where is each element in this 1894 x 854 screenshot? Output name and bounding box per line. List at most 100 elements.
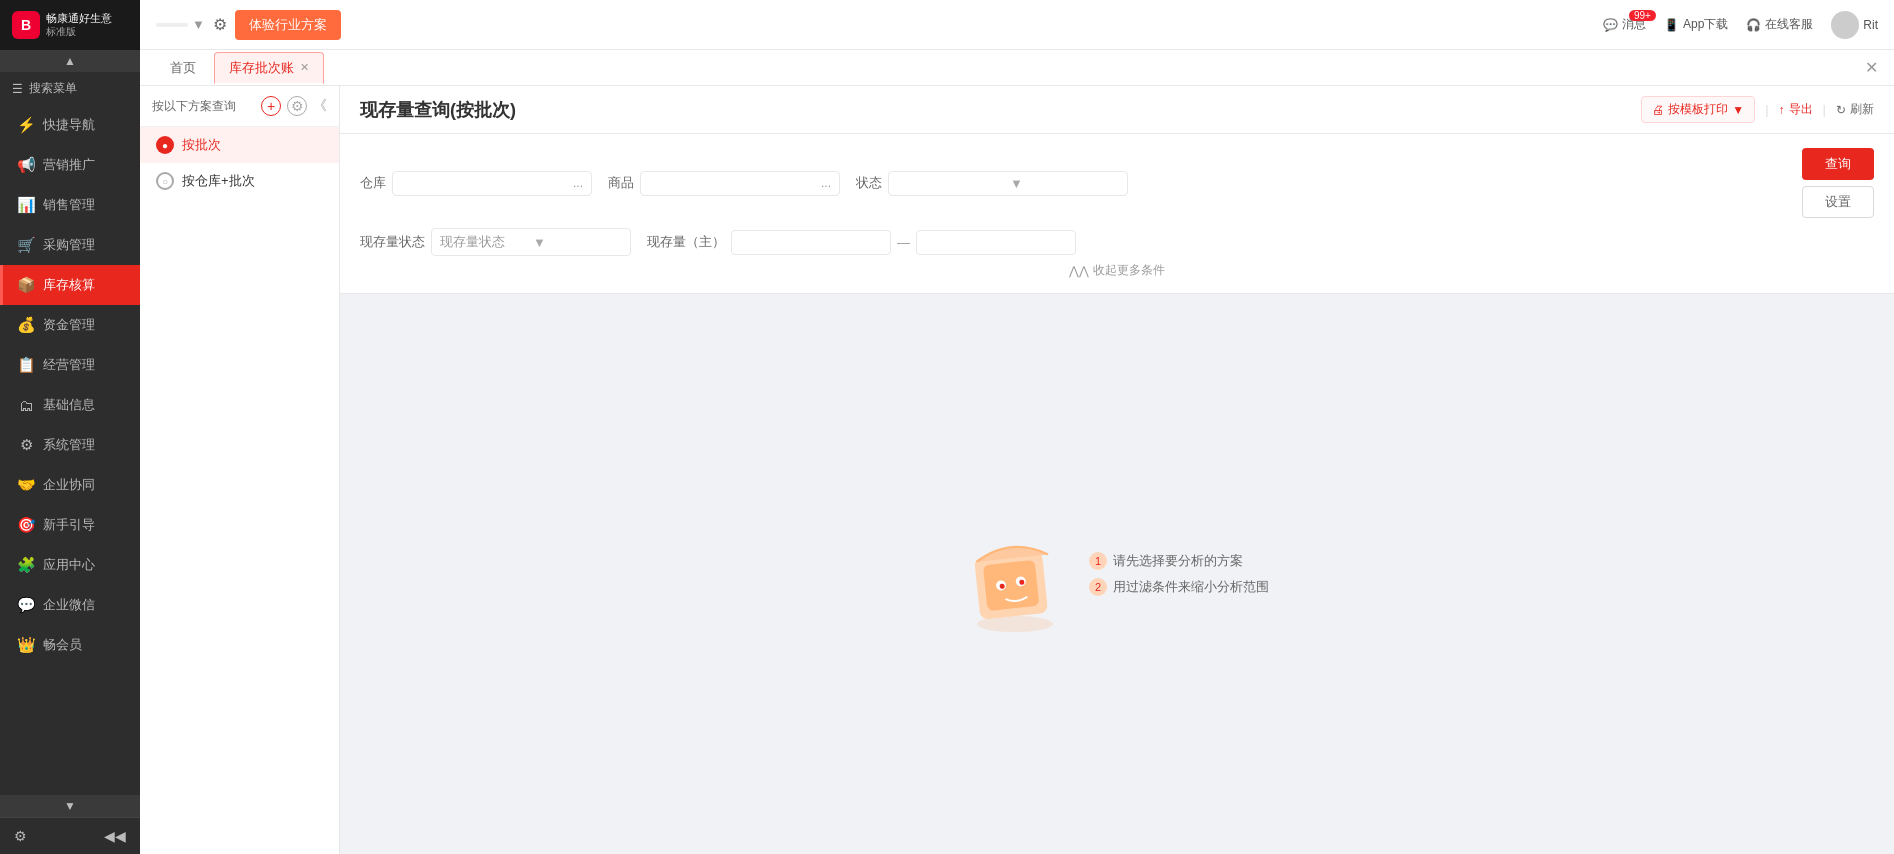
- industry-btn[interactable]: 体验行业方案: [235, 10, 341, 40]
- collapse-panel-btn[interactable]: 《: [313, 97, 327, 115]
- empty-icon: [965, 524, 1065, 624]
- sidebar-item-label: 基础信息: [43, 396, 95, 414]
- add-scheme-btn[interactable]: +: [261, 96, 281, 116]
- sidebar-item-label: 应用中心: [43, 556, 95, 574]
- finance-icon: 💰: [17, 316, 35, 334]
- tip-num-2: 2: [1089, 578, 1107, 596]
- sidebar-item-inventory[interactable]: 📦 库存核算: [0, 265, 140, 305]
- inventory-icon: 📦: [17, 276, 35, 294]
- newbie-icon: 🎯: [17, 516, 35, 534]
- product-input[interactable]: [649, 176, 817, 191]
- filter-stock-qty: 现存量（主） —: [647, 230, 1076, 255]
- empty-illustration: [965, 524, 1065, 634]
- stock-qty-min-wrap[interactable]: [731, 230, 891, 255]
- topbar-gear-icon[interactable]: ⚙: [213, 15, 227, 34]
- sidebar-item-purchase[interactable]: 🛒 采购管理: [0, 225, 140, 265]
- tab-home[interactable]: 首页: [156, 53, 210, 83]
- apps-icon: 🧩: [17, 556, 35, 574]
- sidebar-item-label: 畅会员: [43, 636, 82, 654]
- status-select[interactable]: ▼: [888, 171, 1128, 196]
- export-btn[interactable]: ↑ 导出: [1779, 101, 1813, 118]
- tip-num-1: 1: [1089, 552, 1107, 570]
- stock-qty-max-input[interactable]: [925, 235, 985, 250]
- system-icon: ⚙: [17, 436, 35, 454]
- sidebar-scroll-down[interactable]: ▼: [0, 795, 140, 817]
- sidebar-item-label: 新手引导: [43, 516, 95, 534]
- print-btn[interactable]: 🖨 按模板打印 ▼: [1641, 96, 1755, 123]
- filter-row-2: 现存量状态 现存量状态 ▼ 现存量（主） —: [360, 228, 1874, 256]
- settings-icon[interactable]: ⚙: [14, 828, 27, 844]
- sidebar-item-enterprise[interactable]: 🤝 企业协同: [0, 465, 140, 505]
- app-edition: 标准版: [46, 25, 112, 39]
- empty-state: 1 请先选择要分析的方案 2 用过滤条件来缩小分析范围: [340, 294, 1894, 854]
- filter-warehouse: 仓库 ...: [360, 171, 592, 196]
- product-input-wrap[interactable]: ...: [640, 171, 840, 196]
- main-content: ▼ ⚙ 体验行业方案 💬 消息 99+ 📱 App下载 🎧 在线客服 Rit: [140, 0, 1894, 854]
- scheme-inactive-icon: ○: [156, 172, 174, 190]
- page-container: 按以下方案查询 + ⚙ 《 ● 按批次 ○ 按仓库+批次 现存量查询(按批次): [140, 86, 1894, 854]
- tab-batch-account[interactable]: 库存批次账 ✕: [214, 52, 324, 84]
- enterprise-icon: 🤝: [17, 476, 35, 494]
- warehouse-more-icon[interactable]: ...: [573, 176, 583, 190]
- company-name: 畅康通好生意: [46, 11, 112, 25]
- user-name: Rit: [1863, 18, 1878, 32]
- tab-home-label: 首页: [170, 59, 196, 77]
- stock-qty-max-wrap[interactable]: [916, 230, 1076, 255]
- sidebar-scroll-up[interactable]: ▲: [0, 50, 140, 72]
- app-logo-icon: B: [12, 11, 40, 39]
- warehouse-input[interactable]: [401, 176, 569, 191]
- purchase-icon: 🛒: [17, 236, 35, 254]
- stock-status-placeholder: 现存量状态: [440, 233, 529, 251]
- sidebar-item-marketing[interactable]: 📢 营销推广: [0, 145, 140, 185]
- query-btn[interactable]: 查询: [1802, 148, 1874, 180]
- messages-btn[interactable]: 💬 消息 99+: [1603, 16, 1646, 33]
- messages-badge: 99+: [1629, 10, 1656, 21]
- sidebar-item-finance[interactable]: 💰 资金管理: [0, 305, 140, 345]
- sidebar-item-newbie[interactable]: 🎯 新手引导: [0, 505, 140, 545]
- setting-btn[interactable]: 设置: [1802, 186, 1874, 218]
- sidebar-item-quick-nav[interactable]: ⚡ 快捷导航: [0, 105, 140, 145]
- divider: |: [1765, 102, 1768, 117]
- stock-status-chevron-down-icon: ▼: [533, 235, 622, 250]
- sidebar-item-sales[interactable]: 📊 销售管理: [0, 185, 140, 225]
- breadcrumb-text: [156, 23, 188, 27]
- filter-status: 状态 ▼: [856, 171, 1128, 196]
- print-chevron-down-icon: ▼: [1732, 103, 1744, 117]
- topbar-right: 💬 消息 99+ 📱 App下载 🎧 在线客服 Rit: [1603, 11, 1878, 39]
- sidebar-item-apps[interactable]: 🧩 应用中心: [0, 545, 140, 585]
- sidebar-item-member[interactable]: 👑 畅会员: [0, 625, 140, 665]
- product-more-icon[interactable]: ...: [821, 176, 831, 190]
- chevron-down-icon: ▼: [192, 17, 205, 32]
- sidebar-bottom: ⚙ ◀◀: [0, 817, 140, 854]
- online-service-btn[interactable]: 🎧 在线客服: [1746, 16, 1813, 33]
- stock-qty-dash: —: [897, 235, 910, 250]
- filter-stock-status: 现存量状态 现存量状态 ▼: [360, 228, 631, 256]
- tab-close-icon[interactable]: ✕: [300, 61, 309, 74]
- sidebar-search[interactable]: ☰ 搜索菜单: [0, 72, 140, 105]
- stock-qty-label: 现存量（主）: [647, 233, 725, 251]
- sidebar-item-basic[interactable]: 🗂 基础信息: [0, 385, 140, 425]
- page-title: 现存量查询(按批次): [360, 98, 516, 122]
- refresh-btn[interactable]: ↻ 刷新: [1836, 101, 1874, 118]
- collapse-more-btn[interactable]: ⋀⋀ 收起更多条件: [360, 256, 1874, 279]
- tip-text-1: 请先选择要分析的方案: [1113, 552, 1243, 570]
- sidebar-item-label: 系统管理: [43, 436, 95, 454]
- scheme-item-by-batch[interactable]: ● 按批次: [140, 127, 339, 163]
- warehouse-input-wrap[interactable]: ...: [392, 171, 592, 196]
- left-panel: 按以下方案查询 + ⚙ 《 ● 按批次 ○ 按仓库+批次: [140, 86, 340, 854]
- sidebar-item-system[interactable]: ⚙ 系统管理: [0, 425, 140, 465]
- chevron-up-icon: ⋀⋀: [1069, 264, 1089, 278]
- user-avatar: [1831, 11, 1859, 39]
- scheme-label: 按仓库+批次: [182, 172, 255, 190]
- panel-close-btn[interactable]: ✕: [1865, 58, 1878, 77]
- scheme-setting-btn[interactable]: ⚙: [287, 96, 307, 116]
- sidebar-item-wechat[interactable]: 💬 企业微信: [0, 585, 140, 625]
- scheme-item-by-warehouse-batch[interactable]: ○ 按仓库+批次: [140, 163, 339, 199]
- app-download-btn[interactable]: 📱 App下载: [1664, 16, 1728, 33]
- sidebar-item-operations[interactable]: 📋 经营管理: [0, 345, 140, 385]
- sidebar-search-label: 搜索菜单: [29, 80, 77, 97]
- user-menu[interactable]: Rit: [1831, 11, 1878, 39]
- toggle-sidebar-icon[interactable]: ◀◀: [104, 828, 126, 844]
- stock-status-select[interactable]: 现存量状态 ▼: [431, 228, 631, 256]
- stock-qty-min-input[interactable]: [740, 235, 800, 250]
